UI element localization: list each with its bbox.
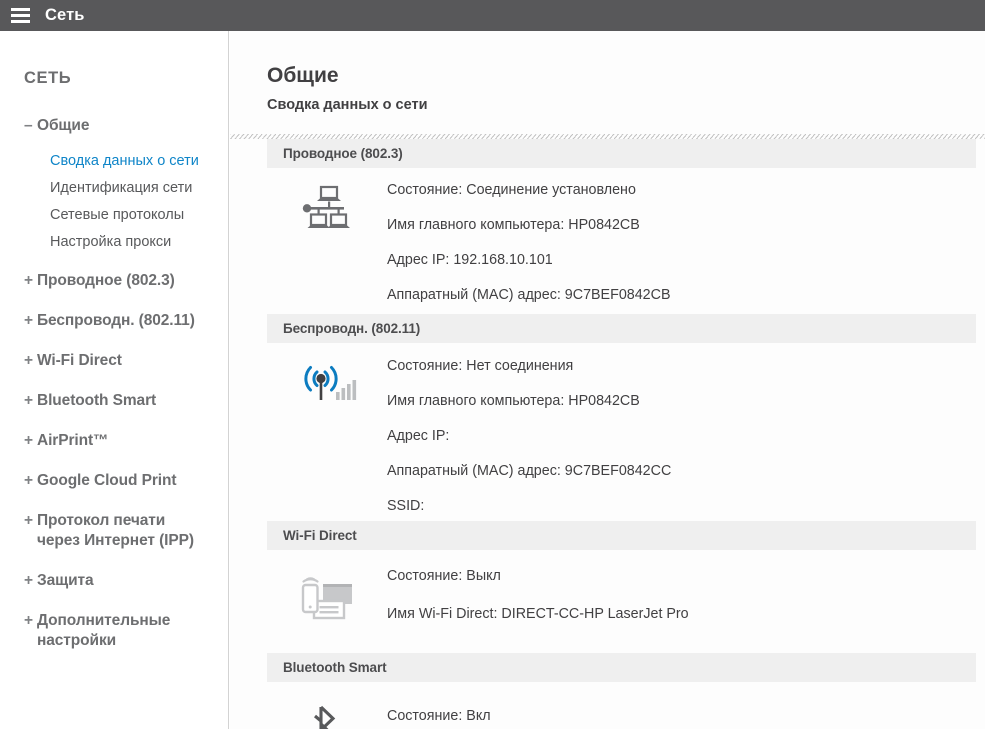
hamburger-bar-3 bbox=[11, 20, 30, 23]
sidebar-item-label: Беспроводн. (802.11) bbox=[37, 312, 195, 329]
sidebar-item-ipp[interactable]: + Протокол печати через Интернет (IPP) bbox=[0, 511, 228, 551]
sidebar-heading: СЕТЬ bbox=[24, 69, 72, 87]
hostname-row: Имя главного компьютера: HP0842CB bbox=[387, 393, 640, 409]
section-header-wireless: Беспроводн. (802.11) bbox=[267, 314, 976, 343]
sidebar-item-label: Протокол печати через Интернет (IPP) bbox=[37, 512, 194, 549]
sidebar-item-label: Проводное (802.3) bbox=[37, 272, 175, 289]
section-title: Bluetooth Smart bbox=[283, 660, 387, 675]
status-row: Состояние: Вкл bbox=[387, 708, 491, 724]
hamburger-menu-icon[interactable] bbox=[11, 8, 30, 23]
section-title: Беспроводн. (802.11) bbox=[283, 321, 421, 336]
sidebar-item-security[interactable]: + Защита bbox=[0, 571, 228, 591]
section-body-wired: Состояние: Соединение установлено Имя гл… bbox=[230, 168, 985, 314]
ip-address-row: Адрес IP: 192.168.10.101 bbox=[387, 252, 553, 268]
wired-network-icon bbox=[267, 177, 387, 304]
wifi-direct-name-row: Имя Wi-Fi Direct: DIRECT-CC-HP LaserJet … bbox=[387, 606, 689, 622]
status-row: Состояние: Выкл bbox=[387, 568, 501, 584]
sidebar-item-network-identification[interactable]: Идентификация сети bbox=[0, 177, 228, 199]
section-header-wired: Проводное (802.3) bbox=[267, 139, 976, 168]
sidebar-item-label: Защита bbox=[37, 572, 94, 589]
section-body-wifi-direct: Состояние: Выкл Имя Wi-Fi Direct: DIRECT… bbox=[230, 550, 985, 653]
hostname-row: Имя главного компьютера: HP0842CB bbox=[387, 217, 640, 233]
section-wireless: Беспроводн. (802.11) Состояние: Нет соед… bbox=[230, 314, 985, 521]
sidebar-item-google-cloud-print[interactable]: + Google Cloud Print bbox=[0, 471, 228, 491]
sidebar-item-label: AirPrint™ bbox=[37, 432, 109, 449]
expand-plus-icon: + bbox=[24, 472, 34, 489]
sidebar-item-wired-8023[interactable]: + Проводное (802.3) bbox=[0, 271, 228, 291]
sidebar-item-advanced-settings[interactable]: + Дополнительные настройки bbox=[0, 611, 228, 651]
expand-plus-icon: + bbox=[24, 432, 34, 449]
mac-address-row: Аппаратный (MAC) адрес: 9C7BEF0842CC bbox=[387, 463, 672, 479]
app-title: Сеть bbox=[45, 6, 85, 24]
top-app-bar: Сеть bbox=[0, 0, 985, 31]
sidebar-item-label: Wi-Fi Direct bbox=[37, 352, 122, 369]
sidebar-item-bluetooth-smart[interactable]: + Bluetooth Smart bbox=[0, 391, 228, 411]
section-body-wireless: Состояние: Нет соединения Имя главного к… bbox=[230, 343, 985, 521]
section-title: Wi-Fi Direct bbox=[283, 528, 357, 543]
mac-address-row: Аппаратный (MAC) адрес: 9C7BEF0842CB bbox=[387, 287, 671, 303]
status-row: Состояние: Соединение установлено bbox=[387, 182, 636, 198]
sidebar-item-wireless-80211[interactable]: + Беспроводн. (802.11) bbox=[0, 311, 228, 331]
sidebar-item-proxy-settings[interactable]: Настройка прокси bbox=[0, 231, 228, 253]
expand-plus-icon: + bbox=[24, 272, 34, 289]
status-row: Состояние: Нет соединения bbox=[387, 358, 574, 374]
sidebar: СЕТЬ – Общие Сводка данных о сети Иденти… bbox=[0, 31, 229, 729]
wifi-direct-phone-printer-icon bbox=[267, 564, 387, 643]
hamburger-bar-2 bbox=[11, 14, 30, 17]
sidebar-item-label: Дополнительные настройки bbox=[37, 612, 171, 649]
section-rows-wifi-direct: Состояние: Выкл Имя Wi-Fi Direct: DIRECT… bbox=[387, 564, 689, 643]
expand-plus-icon: + bbox=[24, 572, 34, 589]
hamburger-bar-1 bbox=[11, 8, 30, 11]
sidebar-item-network-protocols[interactable]: Сетевые протоколы bbox=[0, 204, 228, 226]
section-rows-bluetooth: Состояние: Вкл bbox=[387, 696, 491, 729]
expand-plus-icon: + bbox=[24, 392, 34, 409]
sidebar-item-obshchie[interactable]: – Общие bbox=[0, 116, 228, 136]
section-header-bluetooth: Bluetooth Smart bbox=[267, 653, 976, 682]
page-header: Общие Сводка данных о сети bbox=[230, 31, 985, 115]
wireless-signal-icon bbox=[267, 353, 387, 515]
section-header-wifi-direct: Wi-Fi Direct bbox=[267, 521, 976, 550]
sidebar-item-airprint[interactable]: + AirPrint™ bbox=[0, 431, 228, 451]
section-body-bluetooth: Состояние: Вкл bbox=[230, 682, 985, 729]
section-bluetooth: Bluetooth Smart Состояние: Вкл bbox=[230, 653, 985, 729]
section-rows-wired: Состояние: Соединение установлено Имя гл… bbox=[387, 177, 671, 304]
section-wired: Проводное (802.3) Состояние: Соединение … bbox=[230, 139, 985, 314]
sidebar-item-label: Bluetooth Smart bbox=[37, 392, 157, 409]
sidebar-nav: – Общие Сводка данных о сети Идентификац… bbox=[0, 116, 228, 651]
bluetooth-icon bbox=[267, 696, 387, 729]
section-rows-wireless: Состояние: Нет соединения Имя главного к… bbox=[387, 353, 671, 515]
section-wifi-direct: Wi-Fi Direct Состояние: Выкл Имя Wi-Fi D… bbox=[230, 521, 985, 653]
ip-address-row: Адрес IP: bbox=[387, 428, 450, 444]
sidebar-item-network-summary[interactable]: Сводка данных о сети bbox=[0, 150, 228, 172]
sidebar-sublist-obshchie: Сводка данных о сети Идентификация сети … bbox=[0, 150, 228, 253]
header-divider bbox=[230, 134, 985, 139]
nav-group-obshchie: – Общие Сводка данных о сети Идентификац… bbox=[0, 116, 228, 253]
ssid-row: SSID: bbox=[387, 498, 425, 514]
sidebar-item-label: Общие bbox=[37, 117, 90, 134]
expand-plus-icon: + bbox=[24, 612, 34, 629]
page-title: Общие bbox=[267, 64, 339, 87]
page-subtitle: Сводка данных о сети bbox=[267, 97, 428, 113]
expand-plus-icon: + bbox=[24, 312, 34, 329]
expand-plus-icon: + bbox=[24, 512, 34, 529]
sidebar-item-wifi-direct[interactable]: + Wi-Fi Direct bbox=[0, 351, 228, 371]
main-content: Общие Сводка данных о сети Проводное (80… bbox=[230, 31, 985, 729]
sidebar-item-label: Google Cloud Print bbox=[37, 472, 177, 489]
section-title: Проводное (802.3) bbox=[283, 146, 403, 161]
expand-plus-icon: + bbox=[24, 352, 34, 369]
collapse-minus-icon: – bbox=[24, 117, 33, 134]
